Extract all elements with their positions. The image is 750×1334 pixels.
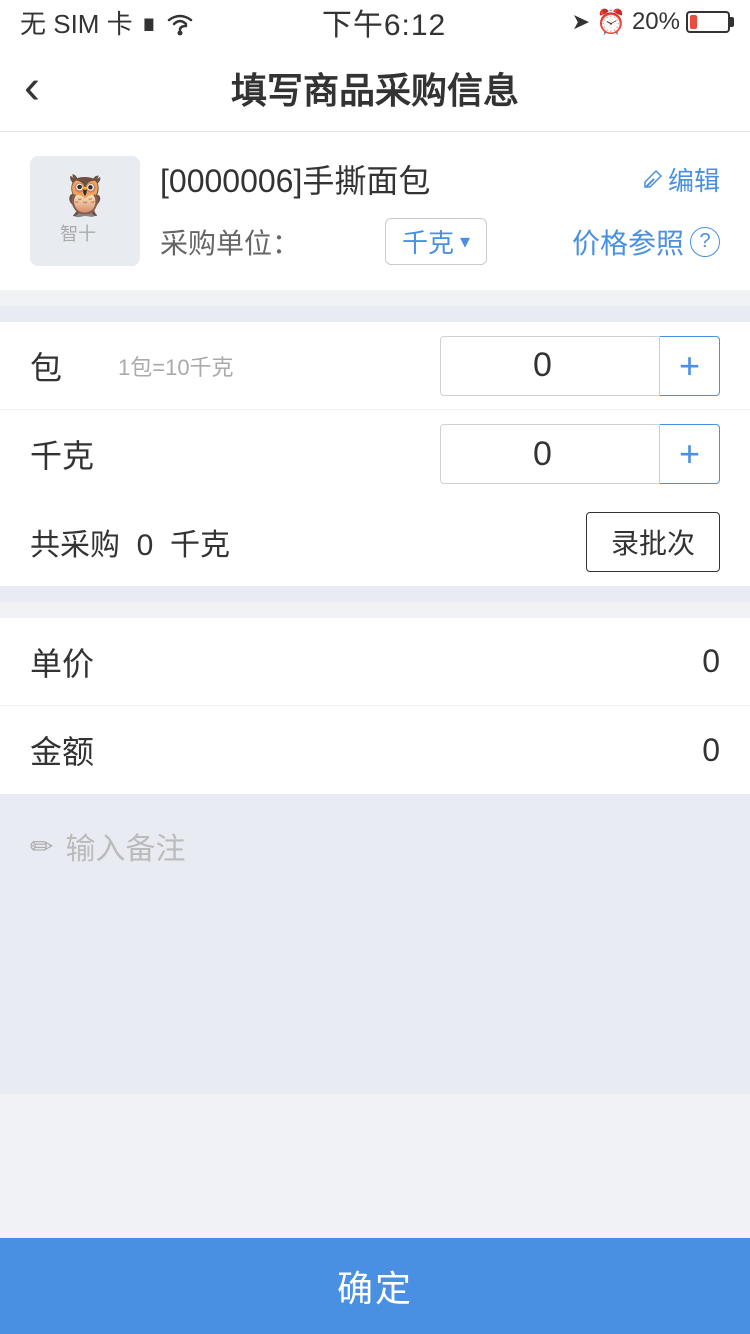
summary-total-value: 0 (137, 529, 154, 562)
kg-plus-button[interactable]: + (660, 424, 720, 484)
product-logo-owl: 🦉 (60, 176, 110, 216)
status-right: ➤ ⏰ 20% (572, 8, 730, 37)
kg-input-row: 千克 + (0, 410, 750, 498)
unit-label: 采购单位： (160, 222, 300, 262)
product-header: [0000006]手撕面包 编辑 (160, 156, 720, 202)
remark-section[interactable]: ✏ 输入备注 (0, 794, 750, 1094)
chevron-down-icon: ▾ (460, 229, 470, 254)
unit-select[interactable]: 千克 ▾ (385, 218, 487, 265)
kg-input[interactable] (440, 424, 660, 484)
info-icon: ? (690, 227, 720, 257)
edit-link[interactable]: 编辑 (642, 161, 720, 198)
kg-input-wrap: + (440, 424, 720, 484)
nav-bar: ‹ 填写商品采购信息 (0, 44, 750, 132)
bao-input-row: 包 1包=10千克 + (0, 322, 750, 410)
bao-sublabel: 1包=10千克 (118, 350, 440, 382)
bao-input[interactable] (440, 336, 660, 396)
record-batch-button[interactable]: 录批次 (586, 512, 720, 572)
pencil-icon: ✏ (30, 830, 53, 863)
amount-value: 0 (702, 732, 720, 769)
summary-row: 共采购 0 千克 录批次 (0, 498, 750, 586)
product-full-name: [0000006]手撕面包 (160, 156, 430, 202)
status-time: 下午6:12 (322, 0, 446, 44)
amount-label: 金额 (30, 727, 94, 773)
product-info: [0000006]手撕面包 编辑 采购单位： 千克 ▾ 价格参照 ? (160, 156, 720, 265)
bao-input-wrap: + (440, 336, 720, 396)
bottom-padding (0, 1094, 750, 1190)
amount-row: 金额 0 (0, 706, 750, 794)
price-ref-label: 价格参照 (572, 222, 684, 262)
price-ref-link[interactable]: 价格参照 ? (572, 222, 720, 262)
product-logo-text: 智十 (60, 220, 110, 246)
price-info-section: 单价 0 金额 0 (0, 618, 750, 794)
battery-percent: 20% (632, 8, 680, 36)
summary-total-unit: 千克 (170, 529, 230, 562)
divider-1 (0, 306, 750, 322)
page-title: 填写商品采购信息 (231, 62, 519, 114)
bao-plus-button[interactable]: + (660, 336, 720, 396)
quantity-input-section: 包 1包=10千克 + 千克 + (0, 322, 750, 498)
product-image: 🦉 智十 (30, 156, 140, 266)
location-icon: ➤ (572, 9, 590, 35)
summary-total-text: 共采购 0 千克 (30, 520, 230, 564)
confirm-button[interactable]: 确定 (0, 1238, 750, 1334)
product-card: 🦉 智十 [0000006]手撕面包 编辑 采购单位： 千克 ▾ 价格参照 ? (0, 132, 750, 290)
unit-value: 千克 (402, 223, 454, 260)
remark-input-row: ✏ 输入备注 (30, 824, 720, 868)
status-bar: 无 SIM 卡 ∎ 下午6:12 ➤ ⏰ 20% (0, 0, 750, 44)
battery-icon (686, 8, 730, 36)
status-left: 无 SIM 卡 ∎ (20, 4, 196, 41)
no-sim-text: 无 SIM 卡 (20, 4, 133, 41)
edit-icon (642, 168, 664, 190)
unit-price-row: 单价 0 (0, 618, 750, 706)
alarm-icon: ⏰ (596, 8, 626, 37)
wifi-icon: ∎ (141, 7, 197, 38)
divider-2 (0, 586, 750, 602)
back-button[interactable]: ‹ (24, 60, 40, 115)
bao-label: 包 (30, 343, 110, 389)
summary-total-label: 共采购 (30, 529, 120, 562)
kg-label: 千克 (30, 431, 110, 477)
product-unit-row: 采购单位： 千克 ▾ 价格参照 ? (160, 218, 720, 265)
unit-price-label: 单价 (30, 639, 94, 685)
remark-placeholder: 输入备注 (65, 824, 185, 868)
unit-price-value: 0 (702, 643, 720, 680)
